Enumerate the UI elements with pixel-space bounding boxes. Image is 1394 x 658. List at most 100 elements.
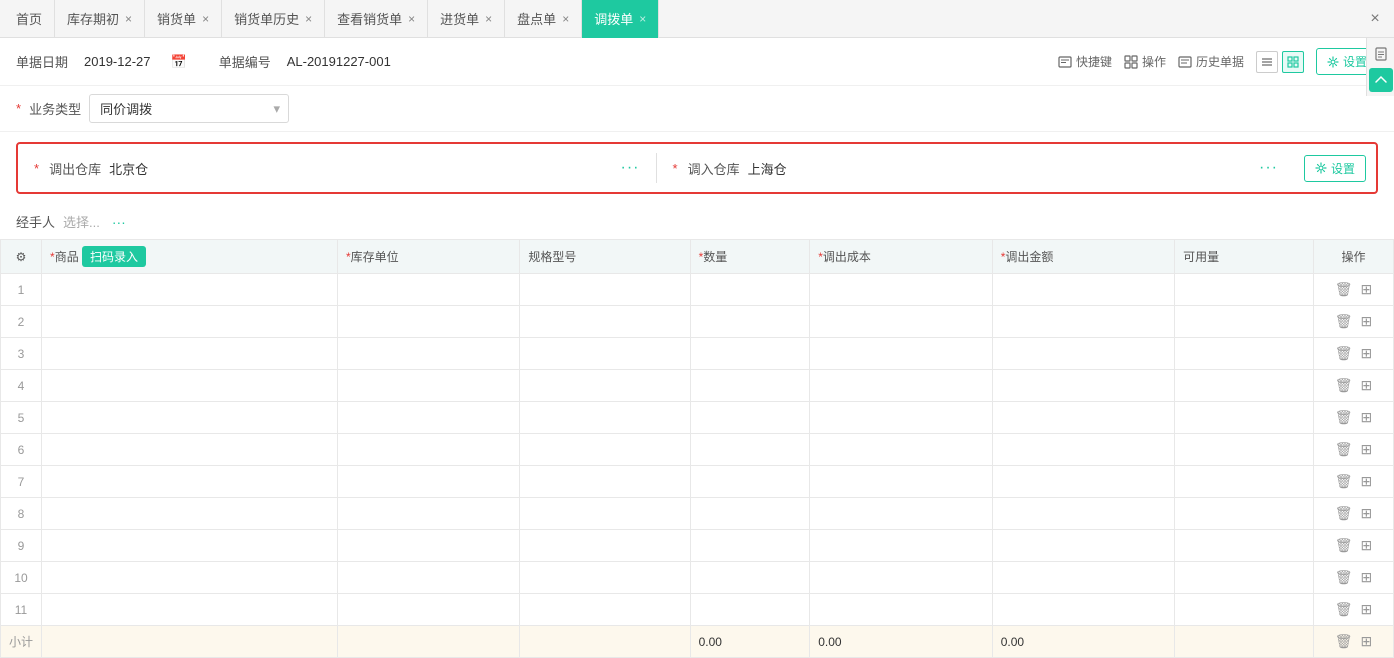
person-select[interactable]: 选择... xyxy=(63,212,100,231)
copy-row-10-button[interactable]: ⊞ xyxy=(1361,569,1373,586)
row-cost-1[interactable] xyxy=(810,274,992,306)
row-qty-5[interactable] xyxy=(690,402,810,434)
copy-row-9-button[interactable]: ⊞ xyxy=(1361,537,1373,554)
row-unit-6[interactable] xyxy=(337,434,519,466)
row-spec-7[interactable] xyxy=(520,466,690,498)
person-more-button[interactable]: ··· xyxy=(112,214,126,230)
delete-row-5-button[interactable]: 🗑 xyxy=(1335,409,1353,426)
delete-row-9-button[interactable]: 🗑 xyxy=(1335,537,1353,554)
close-window-button[interactable]: × xyxy=(1356,0,1394,38)
tab-close-sales-history[interactable]: × xyxy=(305,12,312,26)
row-qty-4[interactable] xyxy=(690,370,810,402)
row-spec-8[interactable] xyxy=(520,498,690,530)
copy-row-4-button[interactable]: ⊞ xyxy=(1361,377,1373,394)
delete-row-4-button[interactable]: 🗑 xyxy=(1335,377,1353,394)
calendar-icon[interactable]: 📅 xyxy=(171,54,187,70)
copy-row-3-button[interactable]: ⊞ xyxy=(1361,345,1373,362)
tab-close-stocktake[interactable]: × xyxy=(562,12,569,26)
business-type-select[interactable]: 同价调拨 ▾ xyxy=(89,94,289,123)
row-product-4[interactable] xyxy=(42,370,338,402)
tab-transfer[interactable]: 调拨单 × xyxy=(582,0,659,38)
row-unit-3[interactable] xyxy=(337,338,519,370)
copy-row-8-button[interactable]: ⊞ xyxy=(1361,505,1373,522)
delete-row-1-button[interactable]: 🗑 xyxy=(1335,281,1353,298)
tab-stocktake[interactable]: 盘点单 × xyxy=(505,0,582,38)
sidebar-expand-icon[interactable] xyxy=(1369,68,1393,92)
table-gear-icon[interactable]: ⚙ xyxy=(16,250,27,264)
row-unit-7[interactable] xyxy=(337,466,519,498)
delete-row-3-button[interactable]: 🗑 xyxy=(1335,345,1353,362)
row-qty-11[interactable] xyxy=(690,594,810,626)
row-unit-4[interactable] xyxy=(337,370,519,402)
row-product-7[interactable] xyxy=(42,466,338,498)
row-unit-2[interactable] xyxy=(337,306,519,338)
row-spec-10[interactable] xyxy=(520,562,690,594)
row-spec-4[interactable] xyxy=(520,370,690,402)
tab-close-view-sales[interactable]: × xyxy=(408,12,415,26)
row-amount-3[interactable] xyxy=(992,338,1174,370)
row-unit-11[interactable] xyxy=(337,594,519,626)
tab-sales-history[interactable]: 销货单历史 × xyxy=(222,0,325,38)
delete-row-2-button[interactable]: 🗑 xyxy=(1335,313,1353,330)
scan-button[interactable]: 扫码录入 xyxy=(82,246,146,267)
row-cost-9[interactable] xyxy=(810,530,992,562)
row-product-10[interactable] xyxy=(42,562,338,594)
tab-inventory-init[interactable]: 库存期初 × xyxy=(55,0,145,38)
row-product-9[interactable] xyxy=(42,530,338,562)
row-qty-10[interactable] xyxy=(690,562,810,594)
delete-row-8-button[interactable]: 🗑 xyxy=(1335,505,1353,522)
operation-button[interactable]: 操作 xyxy=(1124,53,1166,70)
row-cost-8[interactable] xyxy=(810,498,992,530)
row-amount-9[interactable] xyxy=(992,530,1174,562)
row-amount-10[interactable] xyxy=(992,562,1174,594)
row-cost-2[interactable] xyxy=(810,306,992,338)
tab-close-inventory-init[interactable]: × xyxy=(125,12,132,26)
row-cost-5[interactable] xyxy=(810,402,992,434)
tab-close-purchase[interactable]: × xyxy=(485,12,492,26)
in-warehouse-more-button[interactable]: ··· xyxy=(1259,159,1278,177)
history-button[interactable]: 历史单据 xyxy=(1178,53,1244,70)
row-amount-5[interactable] xyxy=(992,402,1174,434)
row-qty-7[interactable] xyxy=(690,466,810,498)
copy-row-11-button[interactable]: ⊞ xyxy=(1361,601,1373,618)
row-cost-11[interactable] xyxy=(810,594,992,626)
row-spec-5[interactable] xyxy=(520,402,690,434)
row-spec-2[interactable] xyxy=(520,306,690,338)
row-qty-2[interactable] xyxy=(690,306,810,338)
copy-row-5-button[interactable]: ⊞ xyxy=(1361,409,1373,426)
copy-row-2-button[interactable]: ⊞ xyxy=(1361,313,1373,330)
row-product-11[interactable] xyxy=(42,594,338,626)
row-spec-1[interactable] xyxy=(520,274,690,306)
tab-home[interactable]: 首页 xyxy=(4,0,55,38)
delete-row-11-button[interactable]: 🗑 xyxy=(1335,601,1353,618)
row-spec-11[interactable] xyxy=(520,594,690,626)
row-spec-9[interactable] xyxy=(520,530,690,562)
copy-row-7-button[interactable]: ⊞ xyxy=(1361,473,1373,490)
row-cost-3[interactable] xyxy=(810,338,992,370)
row-amount-8[interactable] xyxy=(992,498,1174,530)
row-cost-10[interactable] xyxy=(810,562,992,594)
row-unit-5[interactable] xyxy=(337,402,519,434)
row-cost-4[interactable] xyxy=(810,370,992,402)
delete-row-7-button[interactable]: 🗑 xyxy=(1335,473,1353,490)
tab-close-sales-order[interactable]: × xyxy=(202,12,209,26)
row-qty-3[interactable] xyxy=(690,338,810,370)
row-amount-2[interactable] xyxy=(992,306,1174,338)
row-product-2[interactable] xyxy=(42,306,338,338)
copy-row-1-button[interactable]: ⊞ xyxy=(1361,281,1373,298)
row-product-6[interactable] xyxy=(42,434,338,466)
row-unit-8[interactable] xyxy=(337,498,519,530)
row-amount-11[interactable] xyxy=(992,594,1174,626)
row-unit-1[interactable] xyxy=(337,274,519,306)
row-amount-1[interactable] xyxy=(992,274,1174,306)
tab-close-transfer[interactable]: × xyxy=(639,12,646,26)
row-unit-10[interactable] xyxy=(337,562,519,594)
row-unit-9[interactable] xyxy=(337,530,519,562)
row-product-8[interactable] xyxy=(42,498,338,530)
row-qty-1[interactable] xyxy=(690,274,810,306)
row-spec-6[interactable] xyxy=(520,434,690,466)
row-cost-7[interactable] xyxy=(810,466,992,498)
subtotal-copy-icon[interactable]: ⊞ xyxy=(1361,633,1373,650)
out-warehouse-more-button[interactable]: ··· xyxy=(621,159,640,177)
copy-row-6-button[interactable]: ⊞ xyxy=(1361,441,1373,458)
